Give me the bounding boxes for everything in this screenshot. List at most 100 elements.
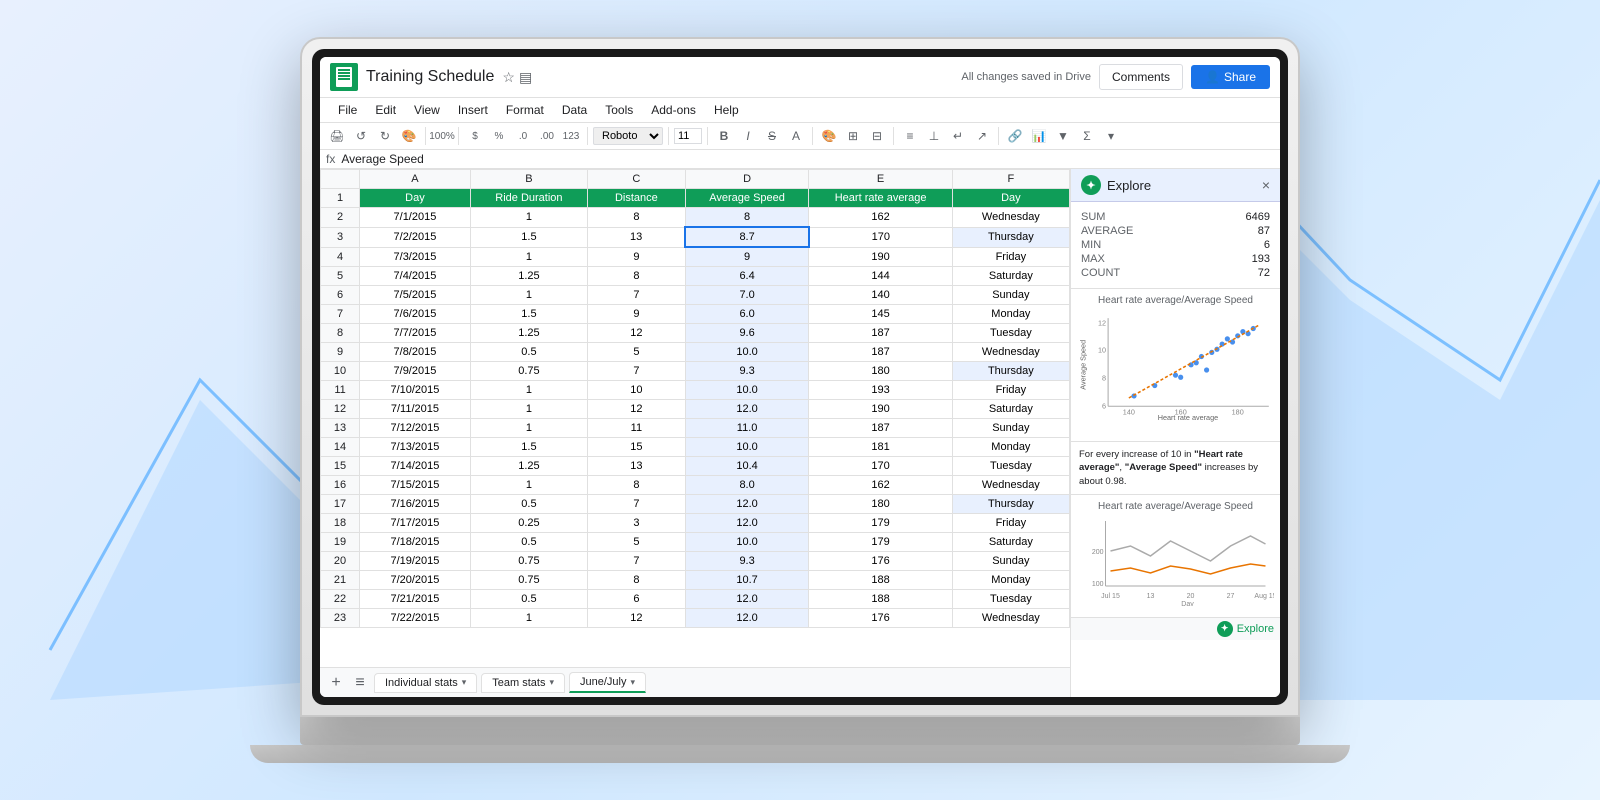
cell-f-16[interactable]: Wednesday bbox=[952, 476, 1069, 495]
menu-insert[interactable]: Insert bbox=[450, 100, 496, 120]
cell-c-17[interactable]: 7 bbox=[588, 495, 686, 514]
cell-a-17[interactable]: 7/16/2015 bbox=[360, 495, 471, 514]
cell-e-8[interactable]: 187 bbox=[809, 324, 952, 343]
cell-e-9[interactable]: 187 bbox=[809, 343, 952, 362]
cell-c-12[interactable]: 12 bbox=[588, 400, 686, 419]
menu-tools[interactable]: Tools bbox=[597, 100, 641, 120]
star-icon[interactable]: ☆ bbox=[502, 69, 515, 86]
cell-f-4[interactable]: Friday bbox=[952, 247, 1069, 267]
comments-button[interactable]: Comments bbox=[1099, 64, 1183, 90]
cell-d-9[interactable]: 10.0 bbox=[685, 343, 809, 362]
formula-content[interactable]: Average Speed bbox=[341, 152, 1274, 166]
cell-a-7[interactable]: 7/6/2015 bbox=[360, 305, 471, 324]
cell-e-5[interactable]: 144 bbox=[809, 267, 952, 286]
cell-a-14[interactable]: 7/13/2015 bbox=[360, 438, 471, 457]
header-ride-duration[interactable]: Ride Duration bbox=[470, 189, 587, 208]
cell-c-21[interactable]: 8 bbox=[588, 571, 686, 590]
cell-b-8[interactable]: 1.25 bbox=[470, 324, 587, 343]
cell-f-10[interactable]: Thursday bbox=[952, 362, 1069, 381]
cell-e-3[interactable]: 170 bbox=[809, 227, 952, 247]
cell-a-21[interactable]: 7/20/2015 bbox=[360, 571, 471, 590]
tab-individual-stats[interactable]: Individual stats ▾ bbox=[374, 673, 477, 693]
cell-e-7[interactable]: 145 bbox=[809, 305, 952, 324]
percent-btn[interactable]: % bbox=[488, 125, 510, 147]
cell-b-7[interactable]: 1.5 bbox=[470, 305, 587, 324]
cell-c-14[interactable]: 15 bbox=[588, 438, 686, 457]
cell-a-18[interactable]: 7/17/2015 bbox=[360, 514, 471, 533]
cell-b-23[interactable]: 1 bbox=[470, 609, 587, 628]
border-btn[interactable]: ⊞ bbox=[842, 125, 864, 147]
cell-c-16[interactable]: 8 bbox=[588, 476, 686, 495]
col-header-e[interactable]: E bbox=[809, 170, 952, 189]
undo-btn[interactable]: ↺ bbox=[350, 125, 372, 147]
cell-e-2[interactable]: 162 bbox=[809, 208, 952, 228]
decimal2-btn[interactable]: .00 bbox=[536, 125, 558, 147]
cell-b-3[interactable]: 1.5 bbox=[470, 227, 587, 247]
cell-e-19[interactable]: 179 bbox=[809, 533, 952, 552]
tab-june-july[interactable]: June/July ▾ bbox=[569, 672, 646, 693]
cell-e-22[interactable]: 188 bbox=[809, 590, 952, 609]
align-left-btn[interactable]: ≡ bbox=[899, 125, 921, 147]
cell-a-12[interactable]: 7/11/2015 bbox=[360, 400, 471, 419]
cell-d-11[interactable]: 10.0 bbox=[685, 381, 809, 400]
header-heart-rate[interactable]: Heart rate average bbox=[809, 189, 952, 208]
menu-view[interactable]: View bbox=[406, 100, 448, 120]
cell-a-2[interactable]: 7/1/2015 bbox=[360, 208, 471, 228]
link-btn[interactable]: 🔗 bbox=[1004, 125, 1026, 147]
sheet-menu-btn[interactable]: ≡ bbox=[350, 673, 370, 693]
paint-format-btn[interactable]: 🎨 bbox=[398, 125, 420, 147]
folder-icon[interactable]: ▤ bbox=[519, 69, 532, 86]
cell-a-16[interactable]: 7/15/2015 bbox=[360, 476, 471, 495]
cell-b-5[interactable]: 1.25 bbox=[470, 267, 587, 286]
cell-f-9[interactable]: Wednesday bbox=[952, 343, 1069, 362]
explore-footer-btn[interactable]: ✦ Explore bbox=[1217, 621, 1274, 637]
currency-btn[interactable]: $ bbox=[464, 125, 486, 147]
col-header-b[interactable]: B bbox=[470, 170, 587, 189]
cell-d-12[interactable]: 12.0 bbox=[685, 400, 809, 419]
cell-a-8[interactable]: 7/7/2015 bbox=[360, 324, 471, 343]
cell-e-4[interactable]: 190 bbox=[809, 247, 952, 267]
merge-btn[interactable]: ⊟ bbox=[866, 125, 888, 147]
cell-a-9[interactable]: 7/8/2015 bbox=[360, 343, 471, 362]
bold-btn[interactable]: B bbox=[713, 125, 735, 147]
cell-c-6[interactable]: 7 bbox=[588, 286, 686, 305]
cell-c-20[interactable]: 7 bbox=[588, 552, 686, 571]
cell-f-19[interactable]: Saturday bbox=[952, 533, 1069, 552]
cell-a-3[interactable]: 7/2/2015 bbox=[360, 227, 471, 247]
strikethrough-btn[interactable]: S bbox=[761, 125, 783, 147]
cell-a-4[interactable]: 7/3/2015 bbox=[360, 247, 471, 267]
cell-d-21[interactable]: 10.7 bbox=[685, 571, 809, 590]
cell-e-17[interactable]: 180 bbox=[809, 495, 952, 514]
cell-b-17[interactable]: 0.5 bbox=[470, 495, 587, 514]
menu-data[interactable]: Data bbox=[554, 100, 595, 120]
cell-b-11[interactable]: 1 bbox=[470, 381, 587, 400]
zoom-btn[interactable]: 100% bbox=[431, 125, 453, 147]
cell-a-6[interactable]: 7/5/2015 bbox=[360, 286, 471, 305]
menu-format[interactable]: Format bbox=[498, 100, 552, 120]
header-avg-speed[interactable]: Average Speed bbox=[685, 189, 809, 208]
cell-f-8[interactable]: Tuesday bbox=[952, 324, 1069, 343]
cell-d-10[interactable]: 9.3 bbox=[685, 362, 809, 381]
cell-f-17[interactable]: Thursday bbox=[952, 495, 1069, 514]
font-selector[interactable]: Roboto bbox=[593, 127, 663, 145]
cell-a-20[interactable]: 7/19/2015 bbox=[360, 552, 471, 571]
more-btn[interactable]: ▾ bbox=[1100, 125, 1122, 147]
cell-f-6[interactable]: Sunday bbox=[952, 286, 1069, 305]
cell-f-5[interactable]: Saturday bbox=[952, 267, 1069, 286]
menu-edit[interactable]: Edit bbox=[367, 100, 404, 120]
format-btn[interactable]: 123 bbox=[560, 125, 582, 147]
cell-c-7[interactable]: 9 bbox=[588, 305, 686, 324]
share-button[interactable]: 👤 Share bbox=[1191, 65, 1270, 89]
cell-c-22[interactable]: 6 bbox=[588, 590, 686, 609]
redo-btn[interactable]: ↻ bbox=[374, 125, 396, 147]
cell-c-10[interactable]: 7 bbox=[588, 362, 686, 381]
cell-b-12[interactable]: 1 bbox=[470, 400, 587, 419]
cell-a-22[interactable]: 7/21/2015 bbox=[360, 590, 471, 609]
cell-c-13[interactable]: 11 bbox=[588, 419, 686, 438]
col-header-c[interactable]: C bbox=[588, 170, 686, 189]
cell-d-17[interactable]: 12.0 bbox=[685, 495, 809, 514]
cell-e-16[interactable]: 162 bbox=[809, 476, 952, 495]
cell-b-14[interactable]: 1.5 bbox=[470, 438, 587, 457]
cell-f-12[interactable]: Saturday bbox=[952, 400, 1069, 419]
cell-b-20[interactable]: 0.75 bbox=[470, 552, 587, 571]
